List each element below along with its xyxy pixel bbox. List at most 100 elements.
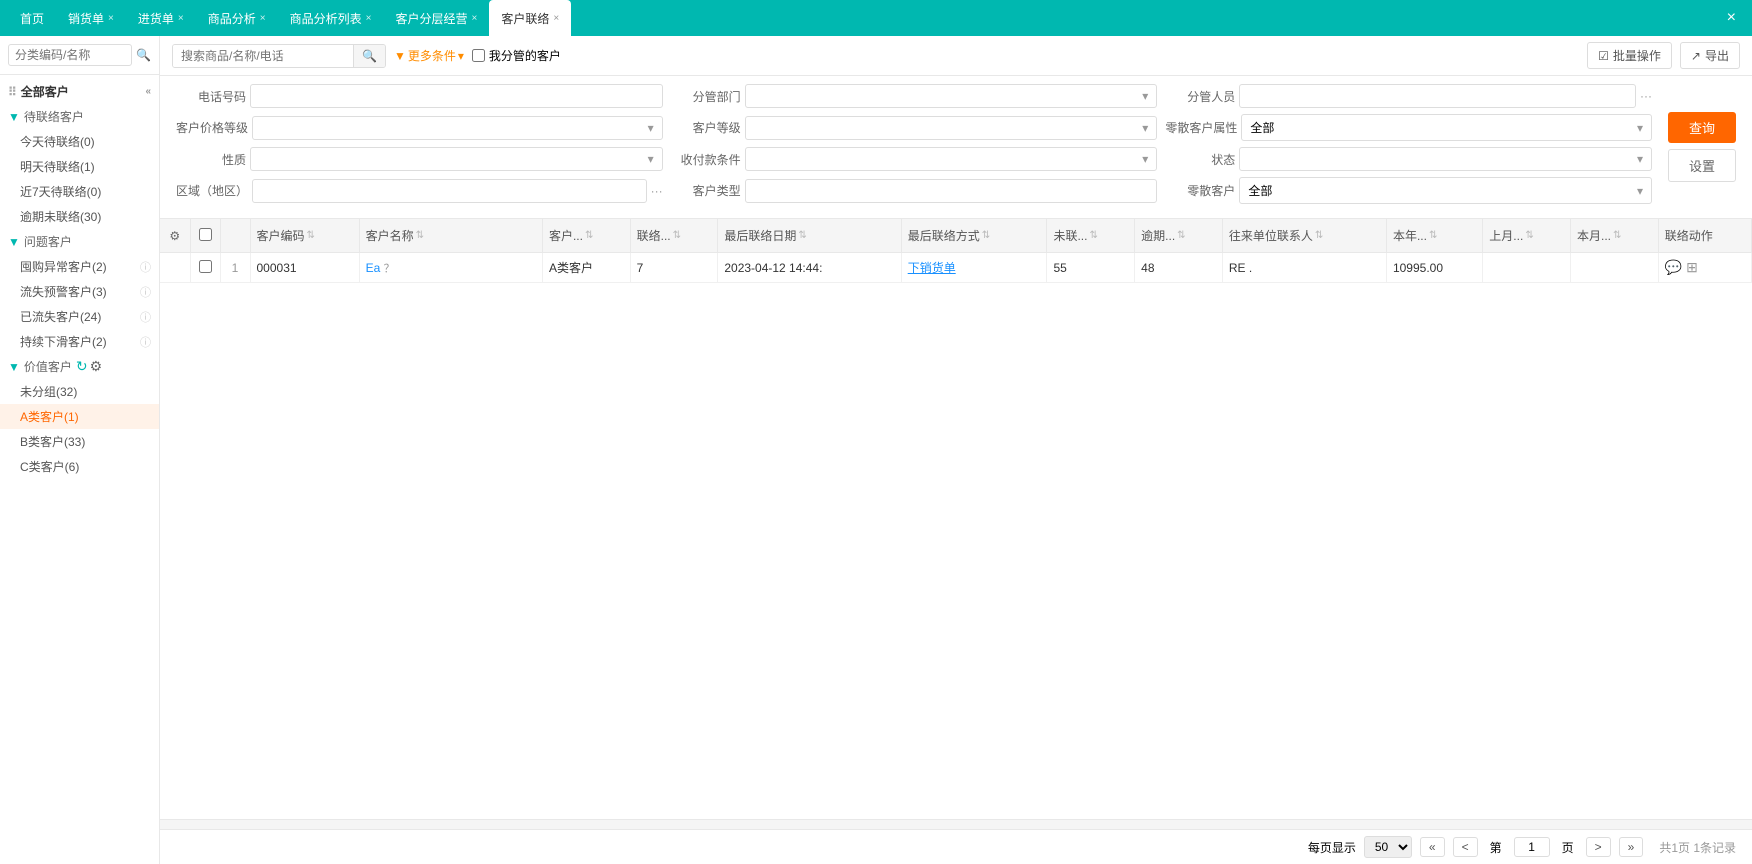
value-refresh-icon[interactable]: ↻	[76, 358, 88, 375]
my-customers-checkbox[interactable]: 我分管的客户	[472, 47, 561, 64]
dept-select[interactable]: ▾	[745, 84, 1158, 108]
current-page-input[interactable]	[1514, 837, 1550, 857]
retail-select[interactable]: 全部 ▾	[1239, 177, 1652, 204]
sidebar-item-a-class[interactable]: A类客户(1)	[0, 404, 159, 429]
my-customers-check[interactable]	[472, 49, 485, 62]
payment-select[interactable]: ▾	[745, 147, 1158, 171]
nav-sales-close[interactable]: ×	[108, 13, 114, 24]
th-unit-contact[interactable]: 往来单位联系人 ⇅	[1222, 219, 1386, 253]
th-contact[interactable]: 联络... ⇅	[630, 219, 718, 253]
phone-input[interactable]	[250, 84, 663, 108]
region-label: 区域（地区）	[176, 182, 248, 199]
row-settings	[160, 253, 190, 283]
th-type[interactable]: 客户... ⇅	[542, 219, 630, 253]
sidebar: 🔍 ⠿ 全部客户 « ▼ 待联络客户 今天待联络(0) 明天待联络(1) 近7天…	[0, 36, 160, 864]
page-of-label: 页	[1562, 839, 1574, 856]
nav-purchase-close[interactable]: ×	[178, 13, 184, 24]
action-chat-icon[interactable]: 💬	[1665, 259, 1682, 276]
sidebar-group-pending-label[interactable]: ▼ 待联络客户	[0, 104, 159, 129]
select-all-checkbox[interactable]	[199, 228, 212, 241]
sidebar-item-c-class[interactable]: C类客户(6)	[0, 454, 159, 479]
horizontal-scrollbar[interactable]	[160, 819, 1752, 829]
retail-label: 零散客户	[1165, 182, 1235, 199]
nav-home[interactable]: 首页	[8, 0, 56, 36]
sort-code-icon: ⇅	[307, 230, 315, 241]
dept-label: 分管部门	[671, 88, 741, 105]
th-name[interactable]: 客户名称 ⇅	[359, 219, 542, 253]
th-last-method[interactable]: 最后联络方式 ⇅	[901, 219, 1047, 253]
nav-customer-contact[interactable]: 客户联络 ×	[489, 0, 571, 36]
nav-sales[interactable]: 销货单 ×	[56, 0, 126, 36]
filter-cell-phone: 电话号码	[176, 84, 663, 108]
sidebar-item-7days[interactable]: 近7天待联络(0)	[0, 179, 159, 204]
th-overdue[interactable]: 逾期... ⇅	[1135, 219, 1223, 253]
nav-customer-tier-close[interactable]: ×	[471, 13, 477, 24]
sidebar-search-icon[interactable]: 🔍	[136, 48, 151, 62]
status-label: 状态	[1165, 151, 1235, 168]
row-last-method[interactable]: 下销货单	[901, 253, 1047, 283]
query-button[interactable]: 查询	[1668, 112, 1736, 143]
nav-analysis[interactable]: 商品分析 ×	[196, 0, 278, 36]
search-input[interactable]	[173, 45, 353, 67]
prev-page-btn[interactable]: <	[1453, 837, 1478, 857]
value-settings-icon[interactable]: ⚙	[90, 358, 103, 375]
th-code[interactable]: 客户编码 ⇅	[250, 219, 359, 253]
sidebar-item-tomorrow[interactable]: 明天待联络(1)	[0, 154, 159, 179]
sidebar-collapse-btn[interactable]: «	[145, 86, 151, 97]
more-conditions-btn[interactable]: ▼ 更多条件 ▾	[394, 47, 464, 64]
filter-cell-payment: 收付款条件 ▾	[671, 147, 1158, 171]
nav-customer-tier[interactable]: 客户分层经营 ×	[383, 0, 489, 36]
last-page-btn[interactable]: »	[1619, 837, 1644, 857]
nav-analysis-list[interactable]: 商品分析列表 ×	[278, 0, 384, 36]
region-dots[interactable]: ···	[651, 184, 663, 198]
sidebar-group-value-label[interactable]: ▼ 价值客户 ↻ ⚙	[0, 354, 159, 379]
churn-warning-info-icon: ⓘ	[140, 284, 151, 300]
th-uncontacted[interactable]: 未联... ⇅	[1047, 219, 1135, 253]
manager-input[interactable]	[1239, 84, 1636, 108]
sidebar-item-unclassified[interactable]: 未分组(32)	[0, 379, 159, 404]
sidebar-item-overdue[interactable]: 逾期未联络(30)	[0, 204, 159, 229]
th-last-date[interactable]: 最后联络日期 ⇅	[718, 219, 901, 253]
nav-customer-contact-close[interactable]: ×	[553, 13, 559, 24]
phone-label: 电话号码	[176, 88, 246, 105]
sidebar-item-hoard[interactable]: 囤购异常客户(2) ⓘ	[0, 254, 159, 279]
row-contact: 7	[630, 253, 718, 283]
sidebar-item-declining[interactable]: 持续下滑客户(2) ⓘ	[0, 329, 159, 354]
nav-analysis-close[interactable]: ×	[260, 13, 266, 24]
page-size-select[interactable]: 50	[1364, 836, 1412, 858]
export-button[interactable]: ↗ 导出	[1680, 42, 1740, 69]
settings-button[interactable]: 设置	[1668, 149, 1736, 182]
status-select[interactable]: ▾	[1239, 147, 1652, 171]
sidebar-search-input[interactable]	[8, 44, 132, 66]
table-wrap: ⚙ 客户编码 ⇅	[160, 219, 1752, 819]
sidebar-item-b-class[interactable]: B类客户(33)	[0, 429, 159, 454]
region-input[interactable]	[252, 179, 647, 203]
nature-select[interactable]: ▾	[250, 147, 663, 171]
nav-analysis-list-close[interactable]: ×	[366, 13, 372, 24]
batch-op-button[interactable]: ☑ 批量操作	[1587, 42, 1672, 69]
price-level-select[interactable]: ▾	[252, 116, 663, 140]
next-page-btn[interactable]: >	[1586, 837, 1611, 857]
row-select-checkbox[interactable]	[199, 260, 212, 273]
table-settings-icon[interactable]: ⚙	[169, 229, 180, 243]
filter-cell-customer-type: 客户类型	[671, 179, 1158, 203]
manager-label: 分管人员	[1165, 88, 1235, 105]
action-more-icon[interactable]: ⊞	[1686, 259, 1698, 276]
sidebar-group-problem-label[interactable]: ▼ 问题客户	[0, 229, 159, 254]
chevron-down-icon: ▾	[458, 49, 464, 63]
sidebar-item-churn-warning[interactable]: 流失预警客户(3) ⓘ	[0, 279, 159, 304]
manager-dots[interactable]: ···	[1640, 89, 1652, 103]
th-last-month[interactable]: 上月... ⇅	[1483, 219, 1571, 253]
close-all-tabs[interactable]: ×	[1719, 9, 1744, 27]
customer-type-input[interactable]	[745, 179, 1158, 203]
th-this-month[interactable]: 本月... ⇅	[1571, 219, 1659, 253]
first-page-btn[interactable]: «	[1420, 837, 1445, 857]
retail-attr-select[interactable]: 全部 ▾	[1241, 114, 1652, 141]
customer-level-select[interactable]: ▾	[745, 116, 1158, 140]
search-button[interactable]: 🔍	[353, 45, 385, 67]
nav-purchase[interactable]: 进货单 ×	[126, 0, 196, 36]
th-this-year[interactable]: 本年... ⇅	[1386, 219, 1482, 253]
row-name[interactable]: Ea ？	[359, 253, 542, 283]
sidebar-item-today[interactable]: 今天待联络(0)	[0, 129, 159, 154]
sidebar-item-churned[interactable]: 已流失客户(24) ⓘ	[0, 304, 159, 329]
